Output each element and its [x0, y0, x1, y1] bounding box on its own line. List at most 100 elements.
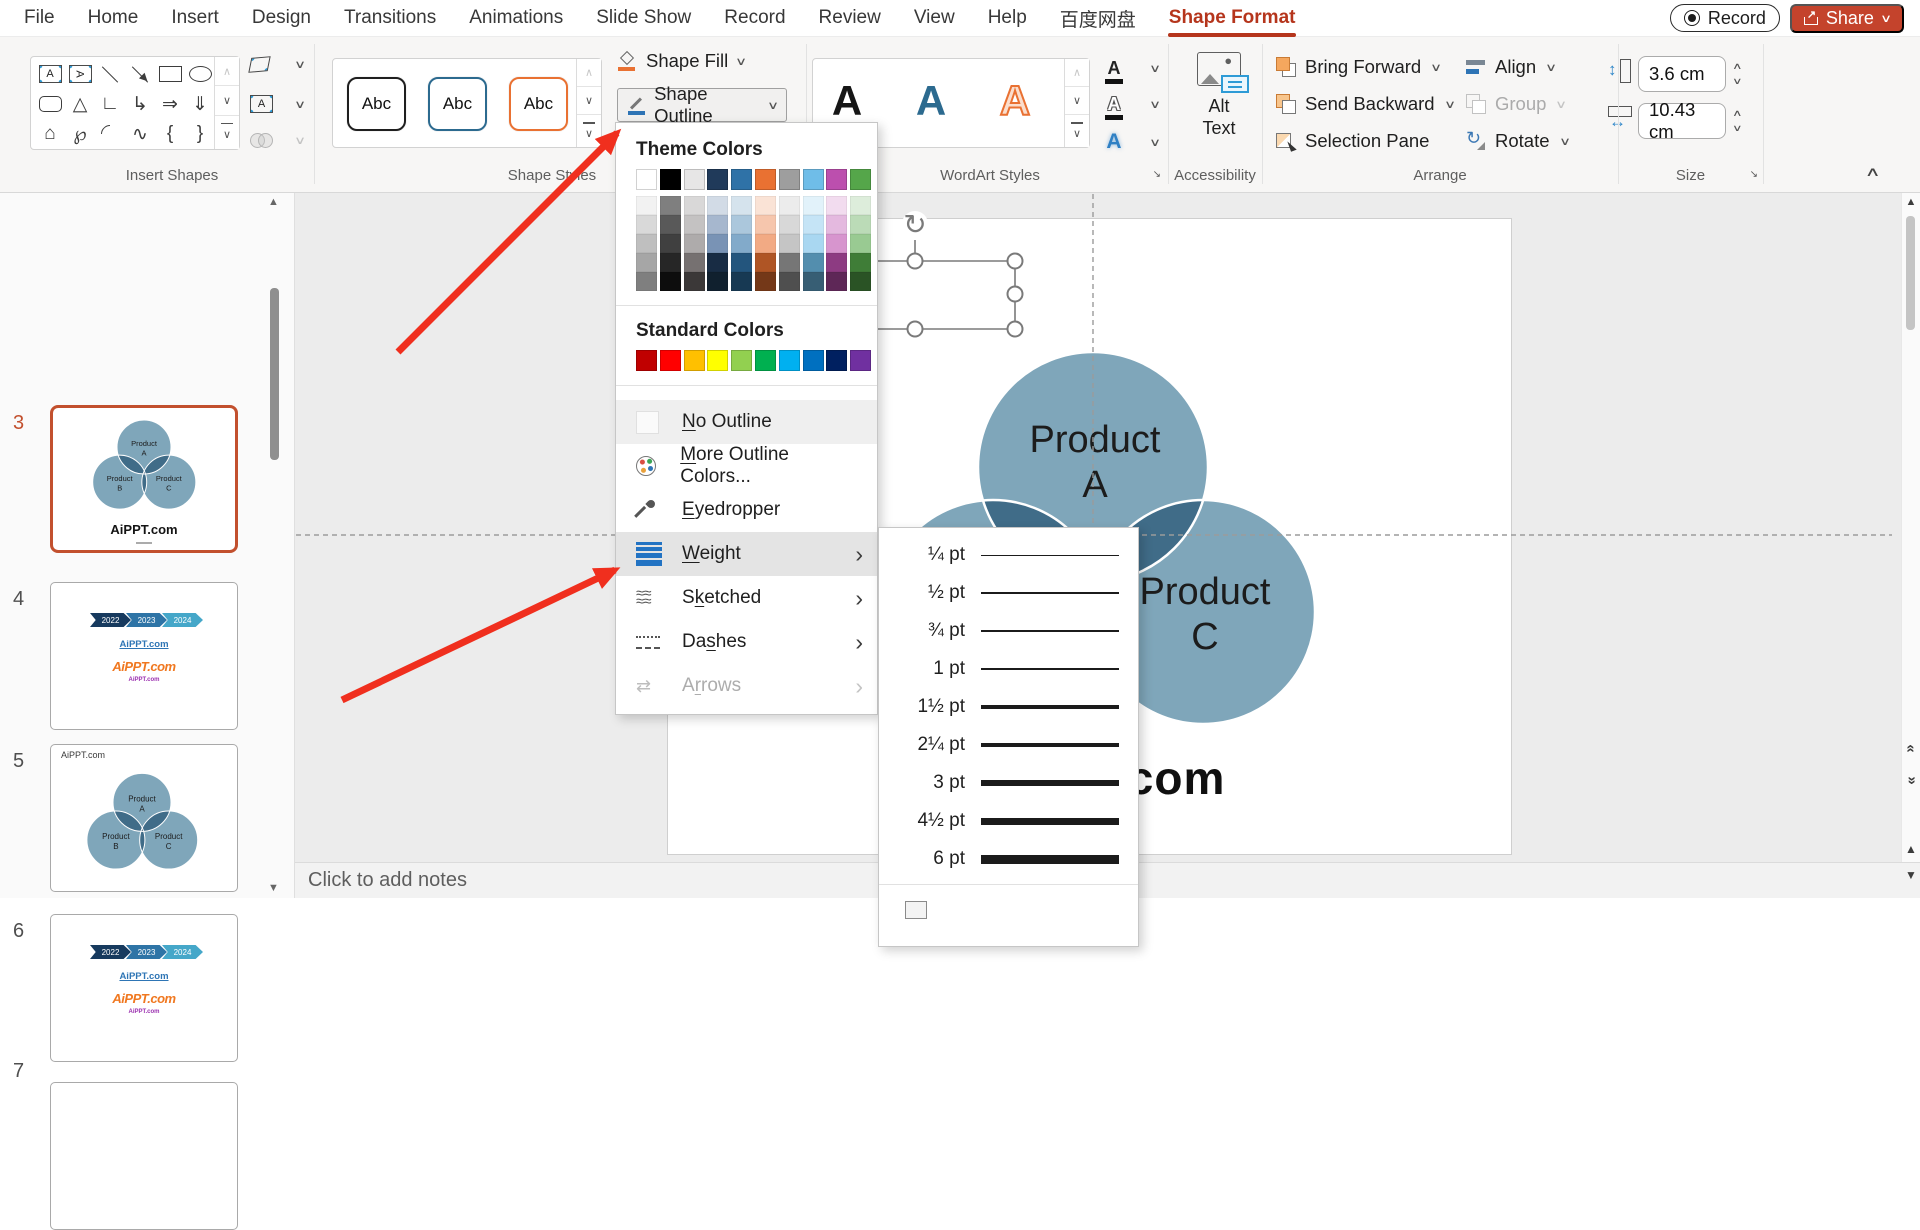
theme-variant-swatch[interactable]	[683, 272, 705, 291]
record-button[interactable]: Record	[1669, 4, 1780, 32]
styles-scroll-down-button[interactable]: ∨	[577, 87, 601, 115]
send-backward-button[interactable]: Send Backward ∨	[1276, 89, 1456, 119]
theme-variant-swatch[interactable]	[754, 196, 776, 215]
theme-variant-swatch[interactable]	[636, 253, 657, 272]
more-lines-item[interactable]	[879, 891, 1138, 929]
theme-variant-swatch[interactable]	[826, 234, 848, 253]
theme-color-swatch-1[interactable]	[636, 169, 657, 190]
text-effects-button[interactable]: A ∨	[1103, 128, 1161, 156]
theme-variant-swatch[interactable]	[636, 234, 657, 253]
menu-item-sketched[interactable]: ≈≈ ≈≈ Sketched ›	[616, 576, 877, 620]
elbow-arrow-icon[interactable]: ↳	[125, 89, 155, 119]
previous-slide-button[interactable]: «	[1902, 740, 1920, 758]
stepper-down-icon[interactable]: ∨	[1732, 123, 1743, 134]
wordart-preset-2[interactable]: A	[903, 73, 959, 129]
slide-thumbnail-6[interactable]: 2022 2023 2024 AiPPT.com AiPPT.com AiPPT.c…	[50, 914, 238, 1062]
tab-shape-format[interactable]: Shape Format	[1167, 7, 1297, 37]
text-box-h-icon[interactable]: A	[35, 59, 65, 89]
styles-more-button[interactable]: ∨	[577, 115, 601, 147]
scroll-jump-down-icon[interactable]: ▼	[1902, 868, 1920, 882]
tab-review[interactable]: Review	[819, 7, 881, 29]
panel-scroll-up-icon[interactable]: ▲	[268, 196, 279, 208]
standard-color-swatch-3[interactable]	[683, 350, 705, 371]
shape-style-preset-3[interactable]: Abc	[509, 77, 568, 131]
theme-variant-swatch[interactable]	[754, 234, 776, 253]
text-box-v-icon[interactable]: A	[65, 59, 95, 89]
alt-text-button[interactable]: Alt Text	[1180, 44, 1258, 160]
theme-variant-swatch[interactable]	[659, 196, 681, 215]
wordart-scroll-down-button[interactable]: ∨	[1065, 87, 1089, 115]
theme-variant-swatch[interactable]	[659, 272, 681, 291]
text-outline-button[interactable]: A ∨	[1103, 90, 1161, 120]
styles-scroll-up-button[interactable]: ∧	[577, 59, 601, 87]
panel-scrollbar-thumb[interactable]	[270, 288, 279, 460]
theme-variant-swatch[interactable]	[826, 196, 848, 215]
standard-color-swatch-1[interactable]	[636, 350, 657, 371]
next-slide-button[interactable]: «	[1902, 772, 1920, 790]
tab-design[interactable]: Design	[252, 7, 311, 29]
theme-variant-swatch[interactable]	[707, 234, 729, 253]
weight-option-1½-pt[interactable]: 1½ pt	[879, 688, 1138, 726]
stepper-down-icon[interactable]: ∨	[1732, 76, 1743, 87]
theme-variant-swatch[interactable]	[707, 253, 729, 272]
block-arrow-right-icon[interactable]: ⇒	[155, 89, 185, 119]
standard-color-swatch-4[interactable]	[707, 350, 729, 371]
merge-shapes-button[interactable]: ∨	[250, 125, 306, 155]
oval-icon[interactable]	[185, 59, 215, 89]
theme-variant-swatch[interactable]	[636, 272, 657, 291]
theme-variant-swatch[interactable]	[683, 196, 705, 215]
theme-variant-swatch[interactable]	[731, 272, 753, 291]
slide-thumbnail-7[interactable]	[50, 1082, 238, 1230]
theme-color-swatch-7[interactable]	[778, 169, 800, 190]
standard-color-swatch-2[interactable]	[659, 350, 681, 371]
theme-variant-swatch[interactable]	[659, 253, 681, 272]
stepper-up-icon[interactable]: ∧	[1732, 61, 1743, 72]
theme-variant-swatch[interactable]	[707, 272, 729, 291]
tab-transitions[interactable]: Transitions	[344, 7, 436, 29]
brace-left-icon[interactable]: {	[155, 119, 185, 149]
theme-variant-swatch[interactable]	[707, 196, 729, 215]
theme-variant-swatch[interactable]	[754, 272, 776, 291]
scroll-jump-up-icon[interactable]: ▲	[1902, 842, 1920, 856]
tab-home[interactable]: Home	[88, 7, 139, 29]
theme-variant-swatch[interactable]	[636, 215, 657, 234]
weight-option-4½-pt[interactable]: 4½ pt	[879, 802, 1138, 840]
standard-color-swatch-5[interactable]	[731, 350, 753, 371]
slide-thumbnail-5[interactable]: AiPPT.com Product A Product B Product C	[50, 744, 238, 892]
edit-shape-button[interactable]: ∨	[248, 49, 306, 79]
align-button[interactable]: Align ∨	[1466, 52, 1557, 82]
shape-fill-button[interactable]: Shape Fill ∨	[617, 46, 747, 76]
collapse-ribbon-icon[interactable]: ∧	[1865, 164, 1881, 180]
tab-record[interactable]: Record	[724, 7, 785, 29]
theme-variant-swatch[interactable]	[659, 215, 681, 234]
line-icon[interactable]	[95, 59, 125, 89]
standard-color-swatch-7[interactable]	[778, 350, 800, 371]
wordart-scroll-up-button[interactable]: ∧	[1065, 59, 1089, 87]
weight-option-2¼-pt[interactable]: 2¼ pt	[879, 726, 1138, 764]
theme-color-swatch-4[interactable]	[707, 169, 729, 190]
rounded-rectangle-icon[interactable]	[35, 89, 65, 119]
scroll-up-icon[interactable]: ▲	[1902, 196, 1920, 208]
block-arrow-down-icon[interactable]: ⇓	[185, 89, 215, 119]
theme-variant-swatch[interactable]	[778, 234, 800, 253]
rotate-button[interactable]: Rotate ∨	[1466, 126, 1571, 156]
selection-pane-button[interactable]: Selection Pane	[1276, 126, 1429, 156]
weight-option-½-pt[interactable]: ½ pt	[879, 574, 1138, 612]
theme-variant-swatch[interactable]	[731, 215, 753, 234]
theme-variant-swatch[interactable]	[778, 272, 800, 291]
shape-width-stepper[interactable]: ∧ ∨	[1728, 104, 1746, 138]
theme-variant-swatch[interactable]	[778, 253, 800, 272]
standard-color-swatch-9[interactable]	[826, 350, 848, 371]
shape-style-preset-2[interactable]: Abc	[428, 77, 487, 131]
bring-forward-button[interactable]: Bring Forward ∨	[1276, 52, 1442, 82]
slide-thumbnail-4[interactable]: 2022 2023 2024 AiPPT.com AiPPT.com AiPPT.c…	[50, 582, 238, 730]
menu-item-more-outline-colors[interactable]: More Outline Colors...›	[616, 444, 877, 488]
standard-color-swatch-6[interactable]	[754, 350, 776, 371]
slide-thumbnail-3[interactable]: Product A Product B Product C AiPPT.com	[50, 405, 238, 553]
tab-view[interactable]: View	[914, 7, 955, 29]
theme-variant-swatch[interactable]	[850, 196, 872, 215]
scribble-icon[interactable]: ℘	[65, 119, 95, 149]
theme-variant-swatch[interactable]	[636, 196, 657, 215]
curve-icon[interactable]: ∿	[125, 119, 155, 149]
tab-insert[interactable]: Insert	[171, 7, 219, 29]
